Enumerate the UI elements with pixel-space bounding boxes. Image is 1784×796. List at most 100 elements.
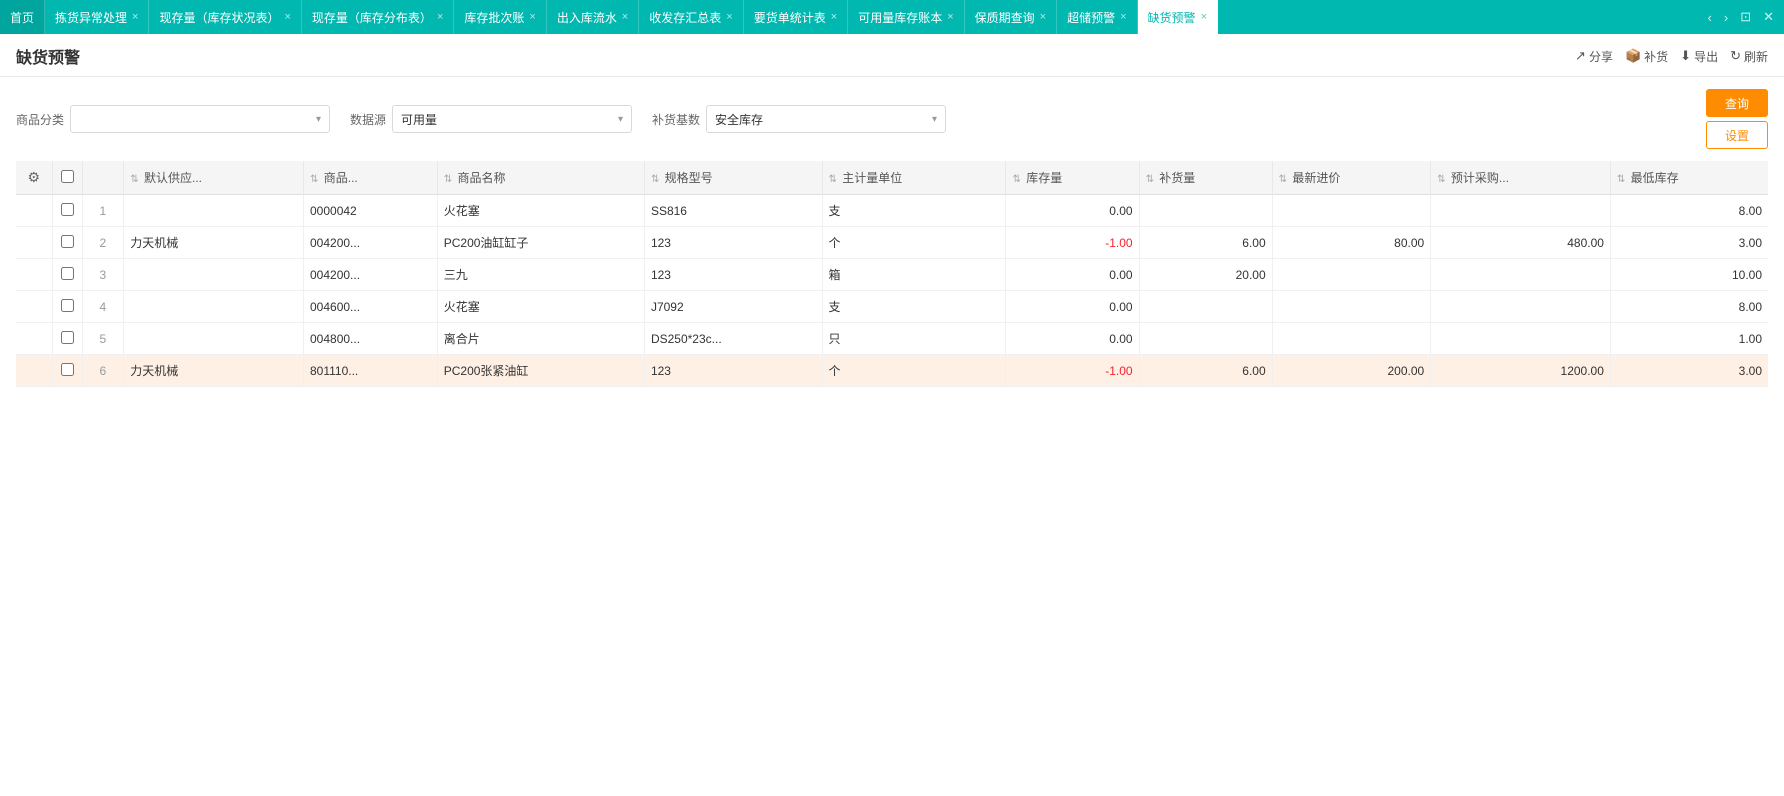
row-number: 5	[82, 323, 124, 355]
row-spec: 123	[644, 259, 822, 291]
row-replenish	[1139, 291, 1272, 323]
row-unit: 箱	[822, 259, 1006, 291]
row-latest-price	[1272, 291, 1431, 323]
table-row: 5 004800... 离合片 DS250*23c... 只 0.00 1.00	[16, 323, 1768, 355]
row-stock: 0.00	[1006, 259, 1139, 291]
row-settings-cell	[16, 323, 52, 355]
replenish-label: 补货	[1644, 48, 1668, 65]
row-spec: 123	[644, 227, 822, 259]
col-checkbox	[52, 161, 82, 195]
row-number: 2	[82, 227, 124, 259]
nav-tab-shortage[interactable]: 缺货预警 ×	[1138, 0, 1218, 34]
row-number: 1	[82, 195, 124, 227]
nav-prev-button[interactable]: ‹	[1702, 8, 1718, 27]
nav-tab-available[interactable]: 可用量库存账本 ×	[848, 0, 964, 34]
shortage-table: ⚙ ⇅ 默认供应... ⇅ 商品... ⇅	[16, 161, 1768, 387]
query-button[interactable]: 查询	[1706, 89, 1768, 117]
nav-tab-abnormal-close[interactable]: ×	[132, 11, 138, 23]
row-spec: J7092	[644, 291, 822, 323]
nav-tab-summary[interactable]: 收发存汇总表 ×	[639, 0, 743, 34]
replenish-button[interactable]: 📦 补货	[1625, 48, 1668, 65]
nav-next-button[interactable]: ›	[1718, 8, 1734, 27]
row-estimated: 1200.00	[1431, 355, 1611, 387]
row-code: 0000042	[304, 195, 438, 227]
row-spec: SS816	[644, 195, 822, 227]
nav-tab-home[interactable]: 首页	[0, 0, 45, 34]
nav-tab-expiry[interactable]: 保质期查询 ×	[965, 0, 1057, 34]
row-supplier	[124, 291, 304, 323]
category-select[interactable]: ▾	[70, 105, 330, 133]
row-latest-price	[1272, 195, 1431, 227]
row-stock: -1.00	[1006, 227, 1139, 259]
page-title: 缺货预警	[16, 44, 80, 68]
col-spec: ⇅ 规格型号	[644, 161, 822, 195]
filter-area: 商品分类 ▾ 数据源 可用量 ▾ 补货基数 安全库存 ▾ 查询 设置	[0, 77, 1784, 161]
row-checkbox[interactable]	[61, 235, 74, 248]
nav-tab-stock-dist[interactable]: 现存量（库存分布表） ×	[302, 0, 454, 34]
row-min-stock: 8.00	[1610, 291, 1768, 323]
row-checkbox[interactable]	[61, 363, 74, 376]
row-checkbox[interactable]	[61, 267, 74, 280]
export-label: 导出	[1694, 48, 1718, 65]
row-estimated	[1431, 291, 1611, 323]
nav-restore-button[interactable]: ⊡	[1734, 7, 1757, 27]
row-estimated	[1431, 195, 1611, 227]
nav-close-button[interactable]: ✕	[1757, 7, 1780, 27]
datasource-select[interactable]: 可用量 ▾	[392, 105, 632, 133]
row-checkbox-cell	[52, 323, 82, 355]
row-checkbox[interactable]	[61, 331, 74, 344]
nav-tab-batch-close[interactable]: ×	[529, 11, 535, 23]
nav-tab-abnormal-label: 拣货异常处理	[55, 9, 127, 26]
refresh-button[interactable]: ↻ 刷新	[1730, 48, 1768, 65]
table-body: 1 0000042 火花塞 SS816 支 0.00 8.00 2 力天机械 0…	[16, 195, 1768, 387]
nav-tab-overstock-close[interactable]: ×	[1120, 11, 1126, 23]
replenish-base-label: 补货基数	[652, 111, 700, 128]
row-number: 3	[82, 259, 124, 291]
nav-tab-stock-dist-close[interactable]: ×	[437, 11, 443, 23]
row-product-name: 火花塞	[437, 195, 644, 227]
nav-tab-expiry-close[interactable]: ×	[1040, 11, 1046, 23]
nav-tab-available-close[interactable]: ×	[947, 11, 953, 23]
nav-tab-overstock[interactable]: 超储预警 ×	[1057, 0, 1137, 34]
row-supplier	[124, 259, 304, 291]
top-navigation: 首页 拣货异常处理 × 现存量（库存状况表） × 现存量（库存分布表） × 库存…	[0, 0, 1784, 34]
replenish-sort-icon: ⇅	[1146, 174, 1154, 185]
row-checkbox[interactable]	[61, 203, 74, 216]
select-all-checkbox[interactable]	[61, 170, 74, 183]
nav-tab-summary-close[interactable]: ×	[726, 11, 732, 23]
row-supplier	[124, 323, 304, 355]
col-estimated: ⇅ 预计采购...	[1431, 161, 1611, 195]
row-checkbox-cell	[52, 259, 82, 291]
row-stock: 0.00	[1006, 291, 1139, 323]
nav-controls: ‹ › ⊡ ✕	[1698, 7, 1784, 27]
settings-button[interactable]: 设置	[1706, 121, 1768, 149]
row-code: 004200...	[304, 259, 438, 291]
row-unit: 个	[822, 355, 1006, 387]
share-button[interactable]: ↗ 分享	[1575, 48, 1613, 65]
row-spec: DS250*23c...	[644, 323, 822, 355]
replenish-base-select[interactable]: 安全库存 ▾	[706, 105, 946, 133]
row-latest-price: 80.00	[1272, 227, 1431, 259]
datasource-dropdown-icon: ▾	[618, 114, 623, 125]
category-dropdown-icon: ▾	[316, 114, 321, 125]
row-number: 6	[82, 355, 124, 387]
table-wrapper: ⚙ ⇅ 默认供应... ⇅ 商品... ⇅	[0, 161, 1784, 387]
nav-tab-shortage-close[interactable]: ×	[1201, 11, 1207, 23]
row-unit: 只	[822, 323, 1006, 355]
nav-tab-flow-close[interactable]: ×	[622, 11, 628, 23]
nav-tab-stock-status-close[interactable]: ×	[284, 11, 290, 23]
row-product-name: PC200张紧油缸	[437, 355, 644, 387]
row-code: 801110...	[304, 355, 438, 387]
nav-tab-flow[interactable]: 出入库流水 ×	[547, 0, 639, 34]
export-button[interactable]: ⬇ 导出	[1680, 48, 1718, 65]
nav-tab-batch[interactable]: 库存批次账 ×	[454, 0, 546, 34]
nav-tab-stock-status-label: 现存量（库存状况表）	[159, 9, 279, 26]
row-replenish: 6.00	[1139, 355, 1272, 387]
nav-tab-abnormal[interactable]: 拣货异常处理 ×	[45, 0, 149, 34]
nav-tab-stock-status[interactable]: 现存量（库存状况表） ×	[149, 0, 301, 34]
nav-tab-order[interactable]: 要货单统计表 ×	[744, 0, 848, 34]
row-supplier: 力天机械	[124, 227, 304, 259]
table-settings-icon[interactable]: ⚙	[22, 169, 46, 186]
nav-tab-order-close[interactable]: ×	[831, 11, 837, 23]
row-checkbox[interactable]	[61, 299, 74, 312]
